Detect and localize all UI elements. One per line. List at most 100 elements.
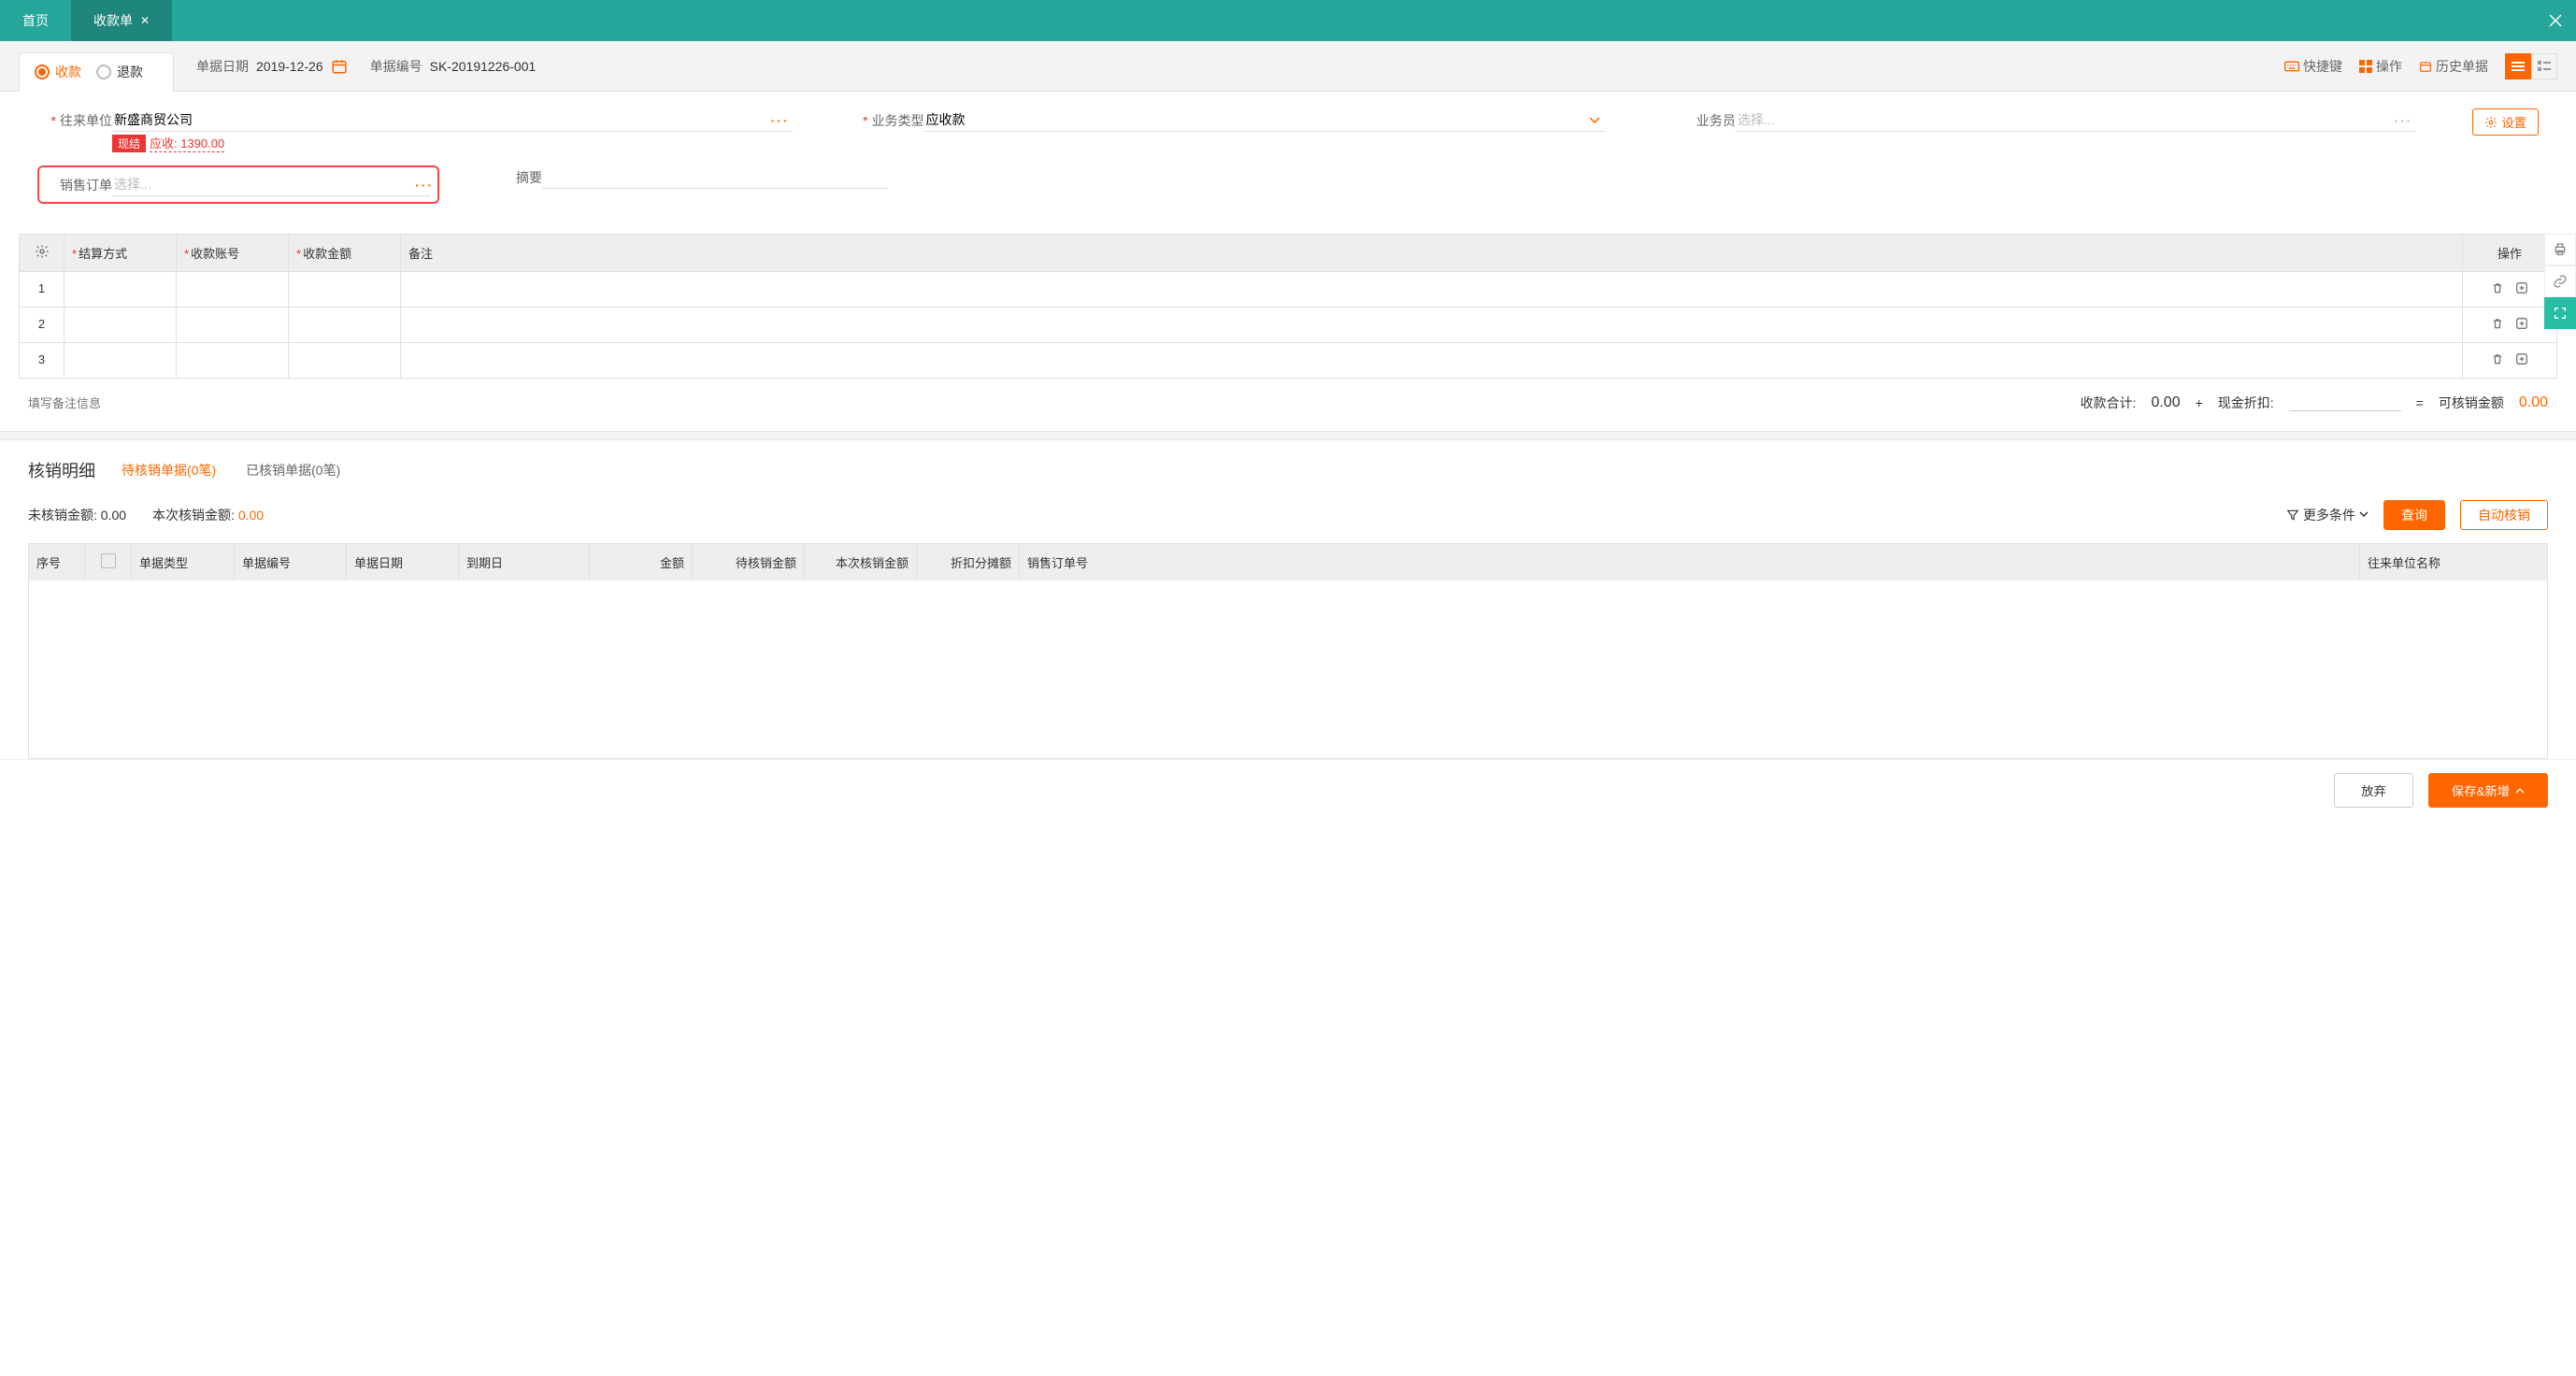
thiswrite-kv: 本次核销金额: 0.00 bbox=[152, 506, 264, 524]
biztype-label: 业务类型 bbox=[849, 111, 923, 130]
add-row-icon[interactable] bbox=[2515, 317, 2528, 330]
close-icon[interactable]: ✕ bbox=[140, 14, 150, 27]
gear-icon bbox=[2484, 116, 2497, 129]
history-icon bbox=[2419, 60, 2432, 73]
plus-sign: + bbox=[2196, 395, 2203, 410]
operate-label: 操作 bbox=[2376, 57, 2402, 76]
radio-receive[interactable]: 收款 bbox=[35, 63, 81, 81]
docno-value: SK-20191226-001 bbox=[430, 59, 537, 74]
more-icon[interactable]: ··· bbox=[2394, 113, 2412, 128]
view-detail-button[interactable] bbox=[2531, 53, 2557, 79]
col-type: 单据类型 bbox=[132, 544, 235, 580]
checkbox-icon[interactable] bbox=[101, 553, 116, 568]
col-unit-name: 往来单位名称 bbox=[2360, 544, 2547, 580]
salesman-input[interactable] bbox=[1736, 108, 2416, 132]
tab-pending-writeoff[interactable]: 待核销单据(0笔) bbox=[118, 457, 220, 483]
writeoff-table: 序号 单据类型 单据编号 单据日期 到期日 金额 待核销金额 本次核销金额 折扣… bbox=[28, 543, 2548, 759]
add-row-icon[interactable] bbox=[2515, 281, 2528, 294]
total-value: 0.00 bbox=[2151, 394, 2180, 411]
radio-refund[interactable]: 退款 bbox=[96, 63, 143, 81]
radio-receive-label: 收款 bbox=[55, 63, 81, 81]
radio-refund-label: 退款 bbox=[117, 63, 143, 81]
settings-label: 设置 bbox=[2501, 113, 2526, 131]
writeoff-empty-body bbox=[29, 580, 2547, 758]
col-note-header: 备注 bbox=[401, 235, 2463, 271]
trash-icon[interactable] bbox=[2491, 281, 2504, 294]
table-row[interactable]: 1 bbox=[20, 272, 2556, 308]
total-label: 收款合计: bbox=[2081, 394, 2137, 412]
payment-table: *结算方式 *收款账号 *收款金额 备注 操作 1 2 3 bbox=[19, 234, 2557, 379]
view-toggle bbox=[2505, 53, 2557, 79]
table-row[interactable]: 3 bbox=[20, 343, 2556, 378]
remark-input[interactable] bbox=[28, 396, 308, 410]
col-duedate: 到期日 bbox=[459, 544, 590, 580]
field-unit: 往来单位 ··· bbox=[37, 108, 793, 132]
col-checkbox[interactable] bbox=[85, 544, 132, 580]
view-list-button[interactable] bbox=[2505, 53, 2531, 79]
sales-order-input[interactable] bbox=[112, 173, 430, 196]
tab-done-writeoff[interactable]: 已核销单据(0笔) bbox=[242, 457, 344, 483]
col-amount: 金额 bbox=[590, 544, 693, 580]
equals-sign: = bbox=[2416, 395, 2424, 410]
col-amount-header: *收款金额 bbox=[289, 235, 401, 271]
writeoff-title: 核销明细 bbox=[28, 458, 95, 482]
history-button[interactable]: 历史单据 bbox=[2419, 57, 2488, 76]
row-index: 1 bbox=[20, 272, 64, 307]
chevron-down-icon bbox=[2359, 511, 2368, 519]
table-row[interactable]: 2 bbox=[20, 308, 2556, 343]
summary-label: 摘要 bbox=[495, 168, 542, 187]
col-seq: 序号 bbox=[29, 544, 85, 580]
toolbar: 收款 退款 单据日期 2019-12-26 单据编号 SK-20191226-0… bbox=[0, 41, 2576, 92]
biztype-input[interactable] bbox=[923, 108, 1604, 132]
date-label: 单据日期 bbox=[196, 57, 249, 76]
summary-input[interactable] bbox=[542, 165, 888, 189]
col-discount-share: 折扣分摊额 bbox=[917, 544, 1020, 580]
date-value: 2019-12-26 bbox=[256, 59, 323, 74]
tab-home[interactable]: 首页 bbox=[0, 0, 71, 41]
trash-icon[interactable] bbox=[2491, 317, 2504, 330]
auto-writeoff-button[interactable]: 自动核销 bbox=[2460, 500, 2548, 530]
more-filter-button[interactable]: 更多条件 bbox=[2286, 506, 2368, 524]
query-button[interactable]: 查询 bbox=[2383, 500, 2445, 530]
footer-bar: 放弃 保存&新增 bbox=[0, 759, 2576, 821]
shortcut-button[interactable]: 快捷键 bbox=[2284, 57, 2342, 76]
unit-badges: 现结 应收: 1390.00 bbox=[112, 134, 793, 152]
discount-input[interactable] bbox=[2289, 395, 2401, 411]
app-tab-bar: 首页 收款单 ✕ bbox=[0, 0, 2576, 41]
chevron-up-icon bbox=[2515, 787, 2525, 795]
trash-icon[interactable] bbox=[2491, 352, 2504, 366]
side-dock bbox=[2544, 234, 2576, 329]
save-and-new-button[interactable]: 保存&新增 bbox=[2428, 773, 2548, 808]
shortcut-label: 快捷键 bbox=[2303, 57, 2342, 76]
discount-label: 现金折扣: bbox=[2218, 394, 2274, 412]
settings-button[interactable]: 设置 bbox=[2472, 108, 2539, 136]
col-current-amount: 本次核销金额 bbox=[805, 544, 917, 580]
gear-column-header[interactable] bbox=[20, 235, 64, 271]
funnel-icon bbox=[2286, 509, 2299, 522]
sales-order-label: 销售订单 bbox=[47, 176, 112, 194]
unit-input[interactable] bbox=[112, 108, 793, 132]
form-area: 往来单位 ··· 现结 应收: 1390.00 业务类型 业务员 ··· bbox=[0, 92, 2576, 226]
calendar-icon[interactable] bbox=[331, 58, 348, 75]
discard-button[interactable]: 放弃 bbox=[2334, 773, 2413, 808]
col-method-header: *结算方式 bbox=[64, 235, 177, 271]
writeoff-table-header: 序号 单据类型 单据编号 单据日期 到期日 金额 待核销金额 本次核销金额 折扣… bbox=[29, 544, 2547, 580]
dock-expand-icon[interactable] bbox=[2544, 297, 2576, 329]
dock-link-icon[interactable] bbox=[2544, 265, 2576, 297]
receivable-amount[interactable]: 应收: 1390.00 bbox=[150, 134, 224, 152]
dock-print-icon[interactable] bbox=[2544, 234, 2576, 265]
tab-receipt[interactable]: 收款单 ✕ bbox=[71, 0, 172, 41]
row-index: 3 bbox=[20, 343, 64, 378]
unit-label: 往来单位 bbox=[37, 111, 112, 130]
chevron-down-icon[interactable] bbox=[1588, 116, 1601, 125]
tab-receipt-label: 收款单 bbox=[93, 11, 133, 30]
more-icon[interactable]: ··· bbox=[770, 113, 789, 128]
docno-label: 单据编号 bbox=[370, 57, 422, 76]
keyboard-icon bbox=[2284, 60, 2299, 73]
add-row-icon[interactable] bbox=[2515, 352, 2528, 366]
app-close-button[interactable] bbox=[2535, 0, 2576, 41]
cash-settle-badge: 现结 bbox=[112, 135, 146, 152]
more-icon[interactable]: ··· bbox=[415, 178, 434, 193]
receipt-type-radio-group: 收款 退款 bbox=[19, 52, 174, 92]
operate-button[interactable]: 操作 bbox=[2359, 57, 2402, 76]
